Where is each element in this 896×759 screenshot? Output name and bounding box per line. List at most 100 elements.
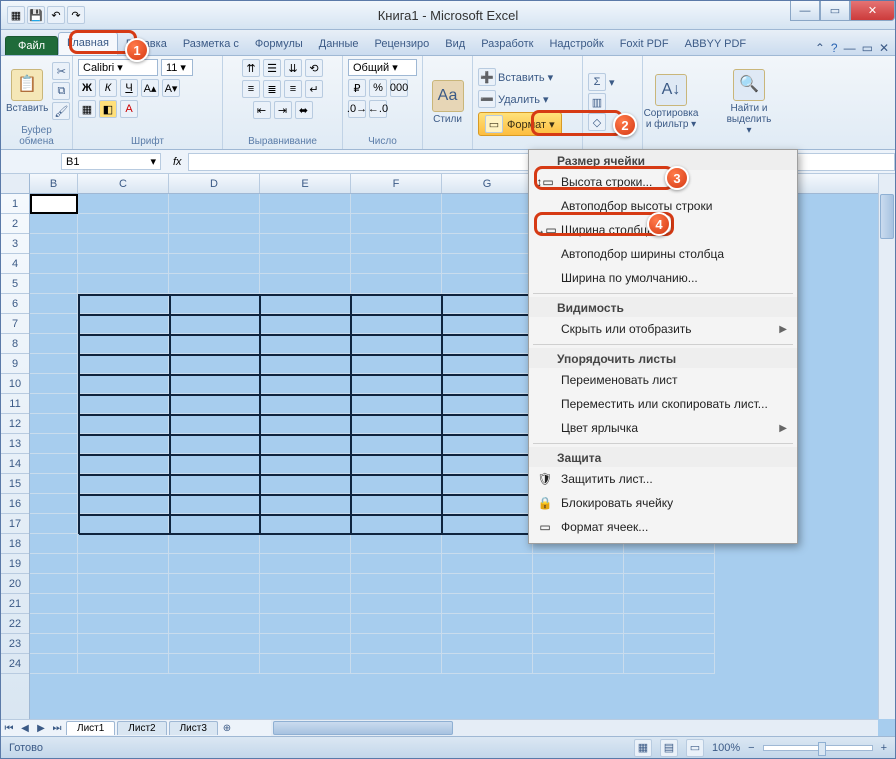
cell[interactable]	[351, 594, 442, 614]
grow-font-icon[interactable]: A▴	[141, 79, 159, 97]
cell[interactable]	[30, 274, 78, 294]
cell[interactable]	[624, 594, 715, 614]
percent-icon[interactable]: %	[369, 79, 387, 97]
cell[interactable]	[442, 254, 533, 274]
find-select-button[interactable]: 🔍 Найти и выделить ▾	[726, 69, 772, 136]
cell[interactable]	[533, 634, 624, 654]
cell[interactable]	[30, 234, 78, 254]
row-header[interactable]: 14	[1, 454, 29, 474]
dd-lock-cell[interactable]: 🔒Блокировать ячейку	[529, 491, 797, 515]
row-header[interactable]: 10	[1, 374, 29, 394]
cell[interactable]	[260, 274, 351, 294]
cell[interactable]	[30, 494, 78, 514]
cell[interactable]	[533, 614, 624, 634]
cell[interactable]	[624, 574, 715, 594]
cell[interactable]	[30, 254, 78, 274]
bold-icon[interactable]: Ж	[78, 79, 96, 97]
cell[interactable]	[169, 254, 260, 274]
cell[interactable]	[169, 634, 260, 654]
cell[interactable]	[78, 194, 169, 214]
cell[interactable]	[30, 634, 78, 654]
row-header[interactable]: 20	[1, 574, 29, 594]
comma-icon[interactable]: 000	[390, 79, 408, 97]
cell[interactable]	[30, 314, 78, 334]
zoom-in-icon[interactable]: +	[881, 742, 887, 754]
tab-developer[interactable]: Разработк	[473, 34, 541, 55]
cell[interactable]	[351, 274, 442, 294]
new-sheet-icon[interactable]: ⊕	[219, 723, 235, 734]
cell[interactable]	[624, 654, 715, 674]
col-header[interactable]: E	[260, 174, 351, 193]
fill-color-icon[interactable]: ◧	[99, 100, 117, 118]
cell[interactable]	[78, 234, 169, 254]
cell[interactable]	[351, 194, 442, 214]
cell[interactable]	[169, 534, 260, 554]
cell[interactable]	[30, 214, 78, 234]
align-top-icon[interactable]: ⇈	[242, 59, 260, 77]
zoom-out-icon[interactable]: −	[748, 742, 754, 754]
cell[interactable]	[30, 474, 78, 494]
doc-close-icon[interactable]: ✕	[879, 41, 889, 55]
minimize-button[interactable]: —	[790, 1, 820, 21]
col-header[interactable]: C	[78, 174, 169, 193]
clear-icon[interactable]: ◇	[588, 113, 606, 131]
cell[interactable]	[78, 554, 169, 574]
cell[interactable]	[442, 234, 533, 254]
cell[interactable]	[351, 554, 442, 574]
cell[interactable]	[30, 594, 78, 614]
view-normal-icon[interactable]: ▦	[634, 739, 652, 757]
cell[interactable]	[442, 614, 533, 634]
cell[interactable]	[78, 534, 169, 554]
tab-view[interactable]: Вид	[437, 34, 473, 55]
dd-hide-unhide[interactable]: Скрыть или отобразить▶	[529, 317, 797, 341]
cell[interactable]	[78, 654, 169, 674]
cell[interactable]	[30, 514, 78, 534]
cell[interactable]	[442, 194, 533, 214]
cell[interactable]	[442, 274, 533, 294]
sheet-nav-last[interactable]: ⏭	[49, 723, 65, 734]
row-header[interactable]: 23	[1, 634, 29, 654]
paste-button[interactable]: 📋 Вставить	[6, 69, 48, 114]
cell[interactable]	[169, 274, 260, 294]
cell[interactable]	[30, 354, 78, 374]
cell[interactable]	[78, 214, 169, 234]
cell[interactable]	[30, 654, 78, 674]
sort-filter-button[interactable]: A↓ Сортировка и фильтр ▾	[648, 74, 694, 130]
cell[interactable]	[442, 594, 533, 614]
cell[interactable]	[351, 614, 442, 634]
v-scroll-thumb[interactable]	[880, 194, 894, 239]
h-scroll-thumb[interactable]	[273, 721, 453, 735]
row-header[interactable]: 5	[1, 274, 29, 294]
dd-autofit-col[interactable]: Автоподбор ширины столбца	[529, 242, 797, 266]
cell[interactable]	[351, 234, 442, 254]
cell[interactable]	[260, 634, 351, 654]
row-header[interactable]: 12	[1, 414, 29, 434]
currency-icon[interactable]: ₽	[348, 79, 366, 97]
font-size-select[interactable]: 11▾	[161, 59, 193, 76]
cell[interactable]	[260, 654, 351, 674]
align-middle-icon[interactable]: ☰	[263, 59, 281, 77]
format-painter-icon[interactable]: 🖌	[52, 102, 70, 120]
decrease-indent-icon[interactable]: ⇤	[253, 101, 271, 119]
dd-protect-sheet[interactable]: 🛡Защитить лист...	[529, 467, 797, 491]
row-header[interactable]: 16	[1, 494, 29, 514]
sheet-tab-3[interactable]: Лист3	[169, 721, 218, 735]
dd-move-sheet[interactable]: Переместить или скопировать лист...	[529, 392, 797, 416]
cell[interactable]	[442, 214, 533, 234]
dd-rename-sheet[interactable]: Переименовать лист	[529, 368, 797, 392]
tab-abbyy[interactable]: ABBYY PDF	[677, 34, 755, 55]
row-header[interactable]: 7	[1, 314, 29, 334]
cell[interactable]	[533, 574, 624, 594]
sheet-nav-first[interactable]: ⏮	[1, 723, 17, 734]
shrink-font-icon[interactable]: A▾	[162, 79, 180, 97]
font-color-icon[interactable]: A	[120, 100, 138, 118]
styles-button[interactable]: Аа Стили	[428, 80, 467, 125]
dd-tab-color[interactable]: Цвет ярлычка▶	[529, 416, 797, 440]
cell[interactable]	[30, 194, 78, 214]
cell[interactable]	[260, 194, 351, 214]
row-header[interactable]: 3	[1, 234, 29, 254]
cell[interactable]	[169, 614, 260, 634]
cell[interactable]	[30, 414, 78, 434]
cell[interactable]	[351, 254, 442, 274]
undo-icon[interactable]: ↶	[47, 6, 65, 24]
